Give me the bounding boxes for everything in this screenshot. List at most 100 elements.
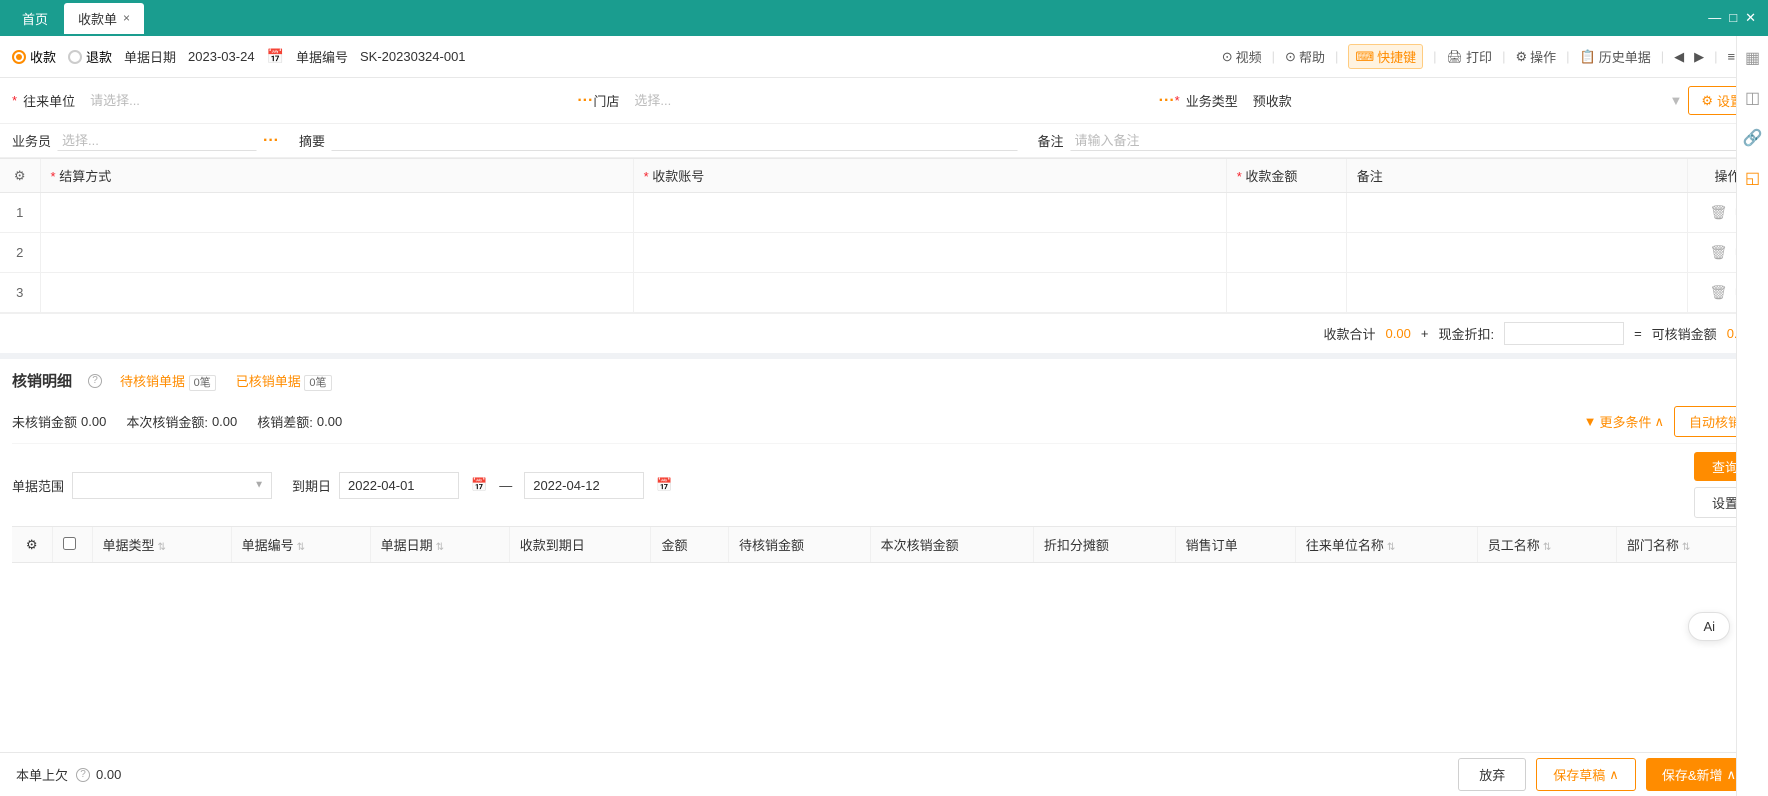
staff-more-btn[interactable]: ··· <box>263 132 279 150</box>
note-field: 备注 <box>1038 130 1757 151</box>
counterpart-more-btn[interactable]: ··· <box>577 92 593 110</box>
date-value[interactable]: 2023-03-24 <box>188 49 255 64</box>
radio-return-dot <box>68 50 82 64</box>
sidebar-icon-3[interactable]: 🔗 <box>1739 124 1767 152</box>
amount-cell-2[interactable] <box>1226 233 1346 273</box>
operation-icon: ⚙ <box>1515 49 1527 65</box>
amount-cell-1[interactable] <box>1226 193 1346 233</box>
toolbar-actions: ⊙ 视频 | ⊙ 帮助 | ⌨ 快捷键 | 🖨 打印 | ⚙ 操作 <box>1222 44 1756 69</box>
sidebar-icon-1[interactable]: ▦ <box>1741 44 1764 72</box>
more-conditions-btn[interactable]: ▼ 更多条件 ∧ <box>1584 412 1664 431</box>
nav-home[interactable]: 首页 <box>8 3 62 34</box>
settlement-cell-1[interactable] <box>40 193 633 233</box>
history-btn[interactable]: 📋 历史单据 <box>1580 47 1651 66</box>
table-gear-icon[interactable]: ⚙ <box>14 168 26 183</box>
business-type-arrow[interactable]: ▼ <box>1669 93 1682 108</box>
staff-input[interactable] <box>57 130 257 151</box>
bottom-col-type: 单据类型⇅ <box>92 527 231 563</box>
range-label: 单据范围 <box>12 476 64 495</box>
tab-done[interactable]: 已核销单据 0笔 <box>232 369 336 392</box>
date-from-icon[interactable]: 📅 <box>471 477 487 493</box>
note-cell-1[interactable] <box>1346 193 1687 233</box>
tab-pending-badge: 0笔 <box>189 375 216 391</box>
draft-arrow-icon[interactable]: ∧ <box>1609 767 1619 783</box>
business-type-value[interactable]: 预收款 <box>1244 86 1664 115</box>
stat-diff-label: 核销差额: <box>257 412 313 431</box>
win-close-btn[interactable]: ✕ <box>1745 10 1756 26</box>
prev-btn[interactable]: ◀ <box>1674 49 1684 65</box>
radio-receive[interactable]: 收款 <box>12 47 56 66</box>
print-btn[interactable]: 🖨 打印 <box>1447 47 1493 66</box>
bottom-col-gear[interactable]: ⚙ <box>12 527 52 563</box>
sidebar-icon-2[interactable]: ◫ <box>1741 84 1764 112</box>
summary-input[interactable] <box>331 130 1017 151</box>
tab-pending[interactable]: 待核销单据 0笔 <box>116 369 220 392</box>
verify-section: 核销明细 ? 待核销单据 0笔 已核销单据 0笔 未核销金额 0.00 本次核销… <box>0 353 1768 752</box>
sep4: | <box>1502 49 1505 64</box>
account-cell-2[interactable] <box>633 233 1226 273</box>
ai-badge[interactable]: Ai <box>1688 612 1730 641</box>
counterpart-input[interactable] <box>81 88 571 113</box>
bottom-col-dept: 部门名称⇅ <box>1616 527 1755 563</box>
note-input[interactable] <box>1070 130 1756 151</box>
verify-tabs: 待核销单据 0笔 已核销单据 0笔 <box>116 369 336 392</box>
history-label: 历史单据 <box>1599 47 1651 66</box>
range-select[interactable] <box>72 472 272 499</box>
summary-field: 摘要 <box>299 130 1018 151</box>
help-label: 帮助 <box>1299 47 1325 66</box>
discount-input[interactable] <box>1504 322 1624 345</box>
stat-uncancelled-label: 未核销金额 <box>12 412 77 431</box>
current-info-icon[interactable]: ? <box>76 768 90 782</box>
business-type-field: * 业务类型 预收款 ▼ ⚙ 设置 <box>1175 86 1756 115</box>
stat-diff-val: 0.00 <box>317 414 342 429</box>
account-cell-1[interactable] <box>633 193 1226 233</box>
settlement-cell-3[interactable] <box>40 273 633 313</box>
date-to-icon[interactable]: 📅 <box>656 477 672 493</box>
note-cell-3[interactable] <box>1346 273 1687 313</box>
col-gear-header[interactable]: ⚙ <box>0 159 40 193</box>
account-cell-3[interactable] <box>633 273 1226 313</box>
win-max-btn[interactable]: □ <box>1729 10 1737 26</box>
bottom-col-due-date: 收款到期日 <box>509 527 651 563</box>
form-area-2: 业务员 ··· 摘要 备注 <box>0 124 1768 158</box>
help-btn[interactable]: ⊙ 帮助 <box>1285 47 1325 66</box>
date-to-input[interactable] <box>524 472 644 499</box>
shortcut-btn[interactable]: ⌨ 快捷键 <box>1348 44 1423 69</box>
shop-more-btn[interactable]: ··· <box>1159 92 1175 110</box>
right-sidebar: ▦ ◫ 🔗 ◱ <box>1736 36 1768 796</box>
print-icon: 🖨 <box>1447 49 1464 65</box>
next-btn[interactable]: ▶ <box>1694 49 1704 65</box>
sidebar-icon-4[interactable]: ◱ <box>1741 164 1764 192</box>
abandon-btn[interactable]: 放弃 <box>1458 758 1526 791</box>
operation-btn[interactable]: ⚙ 操作 <box>1515 47 1556 66</box>
radio-return[interactable]: 退款 <box>68 47 112 66</box>
nav-tab-close-icon[interactable]: × <box>123 11 130 25</box>
verify-info-icon[interactable]: ? <box>88 374 102 388</box>
video-btn[interactable]: ⊙ 视频 <box>1222 47 1262 66</box>
calendar-icon[interactable]: 📅 <box>267 48 284 65</box>
video-icon: ⊙ <box>1222 49 1233 65</box>
settlement-cell-2[interactable] <box>40 233 633 273</box>
list-view-btn[interactable]: ≡ <box>1728 49 1736 64</box>
win-min-btn[interactable]: — <box>1708 10 1721 26</box>
range-filter-field: 单据范围 <box>12 472 272 499</box>
verify-stats-right: ▼ 更多条件 ∧ 自动核销 <box>1584 406 1756 437</box>
col-settlement-header: * 结算方式 <box>40 159 633 193</box>
bottom-col-checkbox[interactable] <box>52 527 92 563</box>
delete-icon-3[interactable]: 🗑 <box>1710 284 1728 301</box>
shop-input[interactable] <box>625 88 1152 113</box>
note-cell-2[interactable] <box>1346 233 1687 273</box>
delete-icon-1[interactable]: 🗑 <box>1710 204 1728 221</box>
select-all-checkbox[interactable] <box>63 537 76 550</box>
date-from-input[interactable] <box>339 472 459 499</box>
footer-right: 放弃 保存草稿 ∧ 保存&新增 ∧ <box>1458 758 1752 791</box>
note-label: 备注 <box>1038 131 1064 150</box>
history-icon: 📋 <box>1580 49 1596 65</box>
draft-label: 保存草稿 <box>1553 765 1605 784</box>
save-new-arrow-icon[interactable]: ∧ <box>1726 767 1736 783</box>
nav-tab-receipt[interactable]: 收款单 × <box>64 3 144 34</box>
shortcut-icon: ⌨ <box>1355 49 1374 65</box>
amount-cell-3[interactable] <box>1226 273 1346 313</box>
draft-btn[interactable]: 保存草稿 ∧ <box>1536 758 1636 791</box>
delete-icon-2[interactable]: 🗑 <box>1710 244 1728 261</box>
